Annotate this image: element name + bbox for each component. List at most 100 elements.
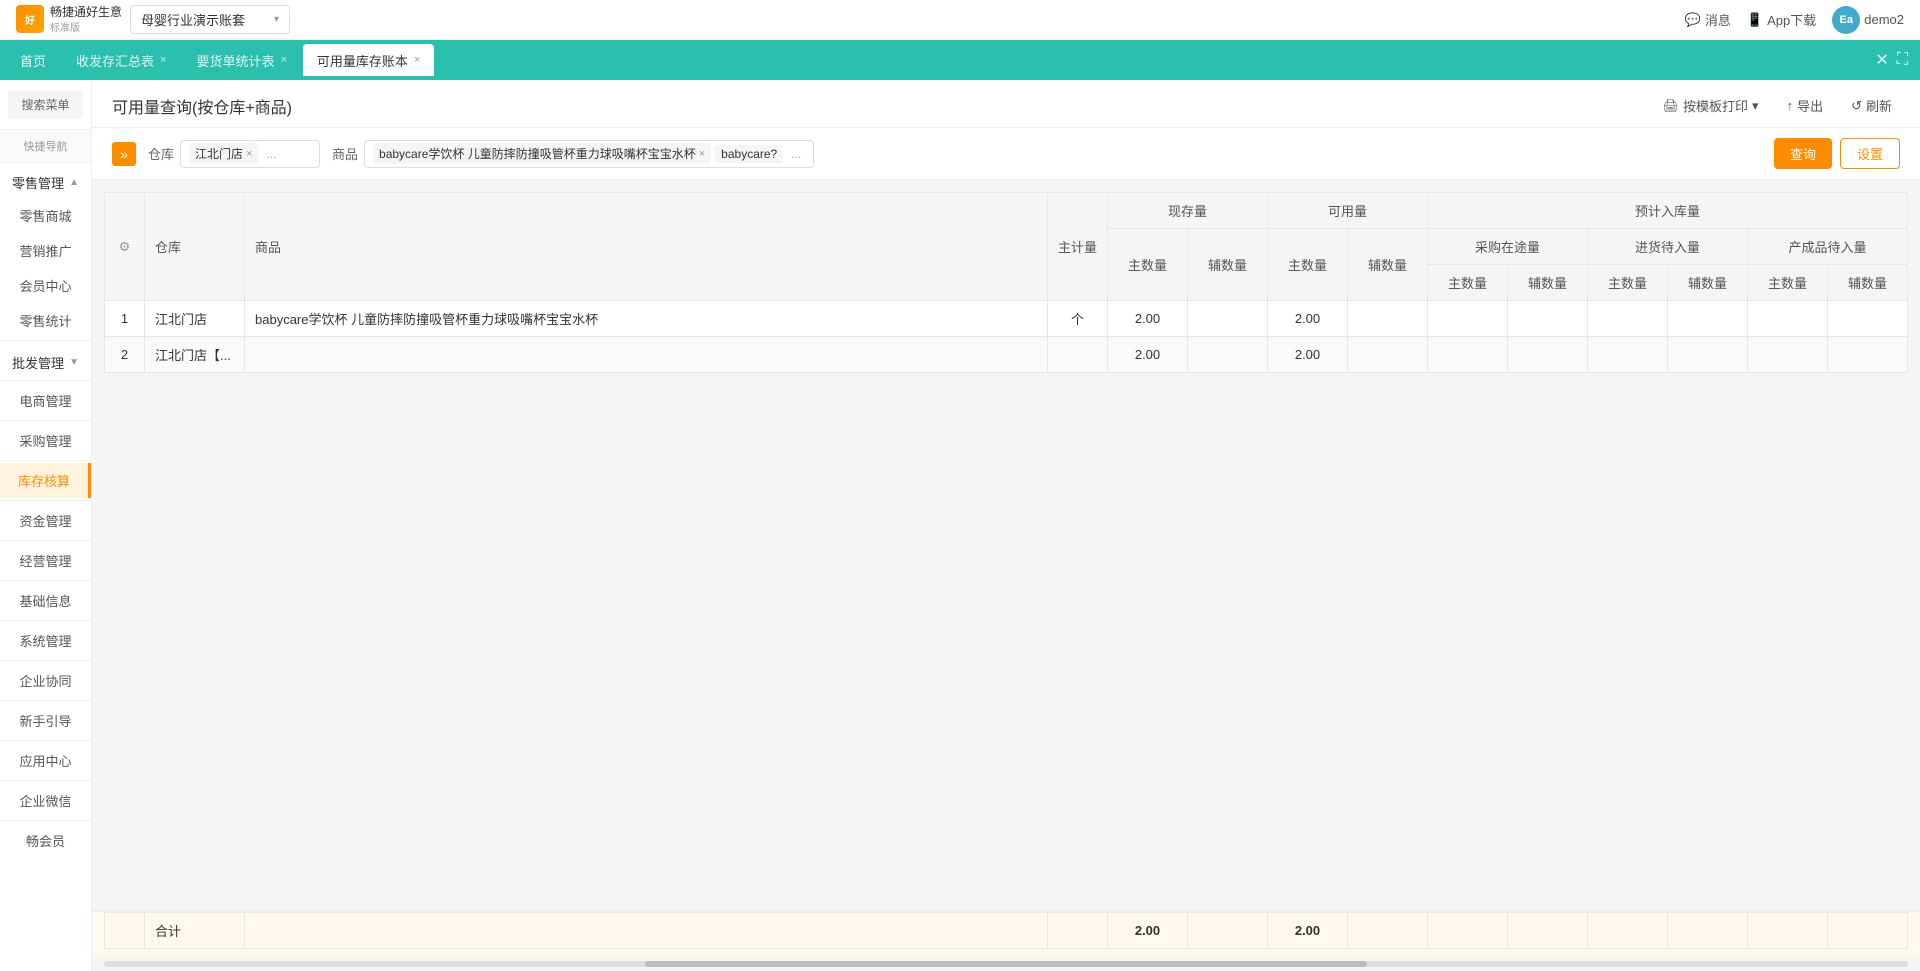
print-template-label: 按模板打印: [1683, 96, 1748, 115]
close-window-icon[interactable]: ✕: [1875, 50, 1888, 70]
product-more[interactable]: ...: [787, 147, 805, 161]
tab-available-inventory[interactable]: 可用量库存账本 ×: [303, 44, 434, 76]
nav-right-icons: ✕ ⛶: [1875, 50, 1916, 70]
row2-avail-main: 2.00: [1268, 337, 1348, 373]
sidebar-item-appcenter[interactable]: 应用中心: [0, 743, 91, 778]
remove-product-icon[interactable]: ×: [699, 148, 705, 160]
maximize-icon[interactable]: ⛶: [1897, 51, 1908, 69]
row2-purchase-transit-aux: [1508, 337, 1588, 373]
tab-income-summary[interactable]: 收发存汇总表 ×: [62, 44, 180, 76]
footer-purchase-transit-main: [1428, 913, 1508, 949]
th-purchase-transit-main: 主数量: [1428, 265, 1508, 301]
filter-expand-btn[interactable]: »: [112, 142, 136, 166]
search-menu-btn[interactable]: 搜索菜单: [8, 90, 83, 119]
sidebar-item-wechat[interactable]: 企业微信: [0, 783, 91, 818]
sidebar-item-enterprise[interactable]: 企业协同: [0, 663, 91, 698]
page-header: 可用量查询(按仓库+商品) 🖨 按模板打印 ▾ ↑ 导出 ↺ 刷新: [92, 80, 1920, 128]
th-warehouse: 仓库: [145, 193, 245, 301]
horizontal-scrollbar[interactable]: [92, 957, 1920, 971]
sidebar-item-inventory[interactable]: 库存核算: [0, 463, 91, 498]
user-area[interactable]: Ea demo2: [1832, 6, 1904, 34]
row1-unit: 个: [1047, 301, 1107, 337]
page-title: 可用量查询(按仓库+商品): [112, 94, 292, 118]
page-header-actions: 🖨 按模板打印 ▾ ↑ 导出 ↺ 刷新: [1655, 92, 1901, 119]
row2-incoming-wait-aux: [1668, 337, 1748, 373]
sidebar-item-newguide[interactable]: 新手引导: [0, 703, 91, 738]
th-avail-aux: 辅数量: [1348, 229, 1428, 301]
row2-product-wait-aux: [1828, 337, 1908, 373]
chevron-down-icon: ▾: [1752, 98, 1759, 114]
close-icon[interactable]: ×: [280, 54, 286, 66]
sidebar-item-basic[interactable]: 基础信息: [0, 583, 91, 618]
row2-incoming-wait-main: [1588, 337, 1668, 373]
row1-purchase-transit-aux: [1508, 301, 1588, 337]
app-name: 畅捷通好生意: [50, 5, 122, 19]
settings-button[interactable]: 设置: [1840, 138, 1900, 169]
close-icon[interactable]: ×: [160, 54, 166, 66]
row2-purchase-transit-main: [1428, 337, 1508, 373]
gear-icon: ⚙: [119, 239, 131, 255]
close-icon[interactable]: ×: [414, 54, 420, 66]
sidebar-search-area: 搜索菜单: [0, 80, 91, 130]
sidebar-item-members[interactable]: 会员中心: [0, 268, 91, 303]
app-download-label: App下载: [1767, 10, 1816, 29]
warehouse-input[interactable]: 江北门店 × ...: [180, 140, 320, 168]
product-input[interactable]: babycare学饮杯 儿童防摔防撞吸管杯重力球吸嘴杯宝宝水杯 × babyca…: [364, 140, 814, 168]
warehouse-filter-field: 仓库 江北门店 × ...: [148, 140, 320, 168]
row1-purchase-transit-main: [1428, 301, 1508, 337]
scroll-thumb[interactable]: [645, 961, 1367, 967]
sidebar-item-purchase[interactable]: 采购管理: [0, 423, 91, 458]
row2-stock-aux: [1188, 337, 1268, 373]
th-stock-aux: 辅数量: [1188, 229, 1268, 301]
th-product-wait-aux: 辅数量: [1828, 265, 1908, 301]
org-selector-label: 母婴行业演示账套: [141, 10, 245, 29]
footer-product-wait-aux: [1828, 913, 1908, 949]
app-logo-icon: 好: [16, 5, 44, 33]
print-template-btn[interactable]: 🖨 按模板打印 ▾: [1655, 92, 1767, 119]
th-incoming-wait-main: 主数量: [1588, 265, 1668, 301]
tab-home[interactable]: 首页: [4, 44, 62, 76]
refresh-icon: ↺: [1851, 98, 1862, 114]
tab-available-inventory-label: 可用量库存账本: [317, 51, 408, 70]
row2-seq: 2: [105, 337, 145, 373]
row2-stock-main: 2.00: [1108, 337, 1188, 373]
sidebar-item-ecommerce[interactable]: 电商管理: [0, 383, 91, 418]
query-button[interactable]: 查询: [1774, 138, 1832, 169]
th-product-wait-main: 主数量: [1748, 265, 1828, 301]
th-product-wait-group: 产成品待入量: [1748, 229, 1908, 265]
footer-avail-aux: [1348, 913, 1428, 949]
export-btn[interactable]: ↑ 导出: [1779, 92, 1832, 119]
scroll-track: [104, 961, 1908, 967]
sidebar-item-retail-mall[interactable]: 零售商城: [0, 198, 91, 233]
tab-order-stats[interactable]: 要货单统计表 ×: [182, 44, 300, 76]
sidebar-item-marketing[interactable]: 营销推广: [0, 233, 91, 268]
row2-product: [245, 337, 1048, 373]
refresh-btn[interactable]: ↺ 刷新: [1843, 92, 1900, 119]
table-row: 1 江北门店 babycare学饮杯 儿童防摔防撞吸管杯重力球吸嘴杯宝宝水杯 个…: [105, 301, 1908, 337]
remove-warehouse-icon[interactable]: ×: [246, 148, 252, 160]
sidebar-item-finance[interactable]: 资金管理: [0, 503, 91, 538]
sidebar-item-operations[interactable]: 经营管理: [0, 543, 91, 578]
sidebar: 搜索菜单 快捷导航 零售管理 ▲ 零售商城 营销推广 会员中心 零售统计 批发管…: [0, 80, 92, 971]
sidebar-section-wholesale[interactable]: 批发管理 ▼: [0, 343, 91, 378]
warehouse-more[interactable]: ...: [262, 147, 280, 161]
sidebar-item-vip[interactable]: 畅会员: [0, 823, 91, 858]
sidebar-item-system[interactable]: 系统管理: [0, 623, 91, 658]
footer-avail-main: 2.00: [1268, 913, 1348, 949]
row2-product-wait-main: [1748, 337, 1828, 373]
th-settings[interactable]: ⚙: [105, 193, 145, 301]
app-download-btn[interactable]: 📱 App下载: [1747, 10, 1816, 29]
top-bar-right: 💬 消息 📱 App下载 Ea demo2: [1685, 6, 1904, 34]
footer-stock-main: 2.00: [1108, 913, 1188, 949]
sidebar-item-retail-stats[interactable]: 零售统计: [0, 303, 91, 338]
table-row: 2 江北门店【... 2.00 2.00: [105, 337, 1908, 373]
message-btn[interactable]: 💬 消息: [1685, 10, 1731, 29]
footer-empty-unit: [1048, 913, 1108, 949]
sidebar-section-retail[interactable]: 零售管理 ▲: [0, 163, 91, 198]
th-incoming-wait-group: 进货待入量: [1588, 229, 1748, 265]
th-stock-main: 主数量: [1108, 229, 1188, 301]
export-icon: ↑: [1787, 98, 1794, 113]
th-available-group: 可用量: [1268, 193, 1428, 229]
org-selector[interactable]: 母婴行业演示账套 ▾: [130, 5, 290, 34]
footer-incoming-wait-aux: [1668, 913, 1748, 949]
